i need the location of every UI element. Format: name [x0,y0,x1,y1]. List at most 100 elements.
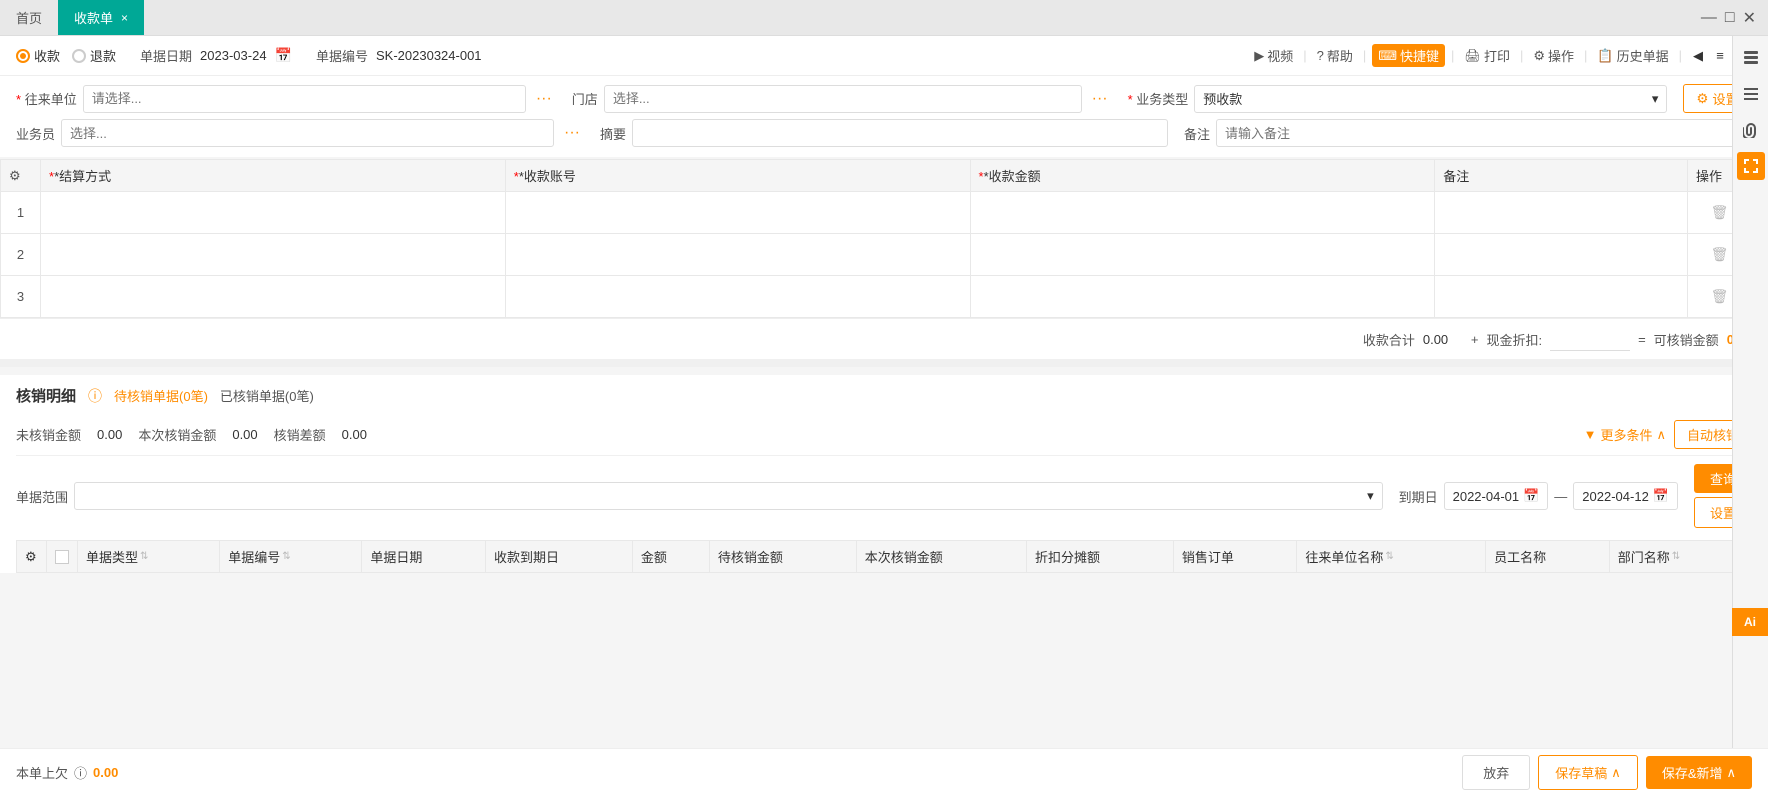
form-row-1: * 往来单位 ··· 门店 ··· * 业务类型 预收款 ▾ ⚙ 设置 [16,84,1752,113]
tab-shoukuan[interactable]: 收款单 × [58,0,144,35]
shortcut-icon: ⌨ [1378,48,1397,64]
cell-account-1[interactable] [505,192,970,234]
chevron-down-icon: ▾ [1367,488,1374,504]
minimize-icon[interactable]: — [1701,9,1717,27]
cash-discount-input[interactable] [1550,327,1630,351]
date-end-field[interactable]: 2022-04-12 📅 [1573,482,1678,510]
doc-no-value: SK-20230324-001 [376,48,482,63]
hexiao-info-icon[interactable]: ⓘ [88,386,102,406]
sort-icon-counterparty[interactable]: ⇅ [1385,551,1393,562]
counterparty-input[interactable] [83,85,526,113]
salesperson-more-icon[interactable]: ··· [560,124,584,142]
hexiao-table: ⚙ 单据类型 ⇅ 单据编号 ⇅ [16,540,1752,573]
gear-icon: ⚙ [1696,91,1708,107]
summary-row: 收款合计 0.00 + 现金折扣: = 可核销金额 0.00 [0,318,1768,359]
store-input[interactable] [604,85,1082,113]
doc-date-value: 2023-03-24 [200,48,267,63]
th-settle-method: **结算方式 [41,160,506,192]
current-amount-value: 0.00 [232,427,257,442]
save-new-button[interactable]: 保存&新增 ∧ [1646,756,1752,789]
radio-dot-shoukuan [16,49,30,63]
print-icon: 🖨 [1464,48,1481,64]
th-account-no: **收款账号 [505,160,970,192]
done-tab[interactable]: 已核销单据(0笔) [220,386,314,405]
select-all-checkbox[interactable] [55,550,69,564]
table-settings-gear-icon[interactable]: ⚙ [9,168,21,183]
hexiao-section: 核销明细 ⓘ 待核销单据(0笔) 已核销单据(0笔) 未核销金额 0.00 本次… [0,375,1768,573]
business-type-select[interactable]: 预收款 ▾ [1194,85,1667,113]
help-icon: ? [1317,48,1324,63]
pending-tab[interactable]: 待核销单据(0笔) [114,386,208,405]
print-btn[interactable]: 🖨 打印 [1460,44,1514,67]
calendar-icon[interactable]: 📅 [275,47,292,64]
more-filter-btn[interactable]: ▼ 更多条件 ∧ [1584,425,1666,444]
cell-notes-1[interactable] [1435,192,1688,234]
save-draft-button[interactable]: 保存草稿 ∧ [1538,755,1638,790]
chevron-up-icon: ∧ [1656,427,1666,443]
th-doc-no: 单据编号 ⇅ [220,541,362,573]
close-icon[interactable]: ✕ [1743,8,1756,28]
cell-notes-3[interactable] [1435,276,1688,318]
sidebar-expand-icon[interactable] [1737,152,1765,180]
table-row: 1 🗑 ⧉ [1,192,1768,234]
ai-badge[interactable]: Ai [1732,608,1768,636]
th-gear: ⚙ [17,541,47,573]
video-btn[interactable]: ▶ 视频 [1250,44,1297,67]
radio-tuikuan[interactable]: 退款 [72,46,116,65]
sort-icon[interactable]: ⇅ [140,551,148,562]
sidebar-attachment-icon[interactable] [1737,116,1765,144]
operation-btn[interactable]: ⚙ 操作 [1529,44,1578,67]
delete-icon-2[interactable]: 🗑 [1711,246,1729,263]
tab-close-icon[interactable]: × [121,11,128,25]
table-section: ⚙ **结算方式 **收款账号 **收款金额 备注 操作 1 [0,159,1768,318]
table-gear-icon[interactable]: ⚙ [25,549,37,564]
abandon-button[interactable]: 放弃 [1462,755,1530,790]
tab-home[interactable]: 首页 [0,0,58,35]
cell-notes-2[interactable] [1435,234,1688,276]
cell-amount-2[interactable] [970,234,1435,276]
counterparty-more-icon[interactable]: ··· [532,90,556,108]
date-filter-field: 到期日 2022-04-01 📅 — 2022-04-12 📅 [1399,482,1678,510]
date-start-field[interactable]: 2022-04-01 📅 [1444,482,1549,510]
store-more-icon[interactable]: ··· [1088,90,1112,108]
sort-icon-dept[interactable]: ⇅ [1672,551,1680,562]
sidebar-detail-icon[interactable] [1737,80,1765,108]
prev-layout-icon[interactable]: ◀ [1688,46,1708,66]
history-btn[interactable]: 📋 历史单据 [1593,44,1672,67]
cell-account-3[interactable] [505,276,970,318]
th-current-amount: 本次核销金额 [856,541,1026,573]
delete-icon-3[interactable]: 🗑 [1711,288,1729,305]
hexiao-stats: 未核销金额 0.00 本次核销金额 0.00 核销差额 0.00 ▼ 更多条件 … [16,414,1752,455]
th-notes: 备注 [1435,160,1688,192]
help-btn[interactable]: ? 帮助 [1313,44,1357,67]
radio-shoukuan[interactable]: 收款 [16,46,60,65]
delete-icon-1[interactable]: 🗑 [1711,204,1729,221]
cell-settle-1[interactable] [41,192,506,234]
row-num-3: 3 [1,276,41,318]
sort-icon-no[interactable]: ⇅ [282,551,290,562]
list-layout-icon[interactable]: ≡ [1710,46,1730,66]
table-row: 2 🗑 ⧉ [1,234,1768,276]
cell-amount-1[interactable] [970,192,1435,234]
maximize-icon[interactable]: □ [1725,9,1735,27]
doc-no-group: 单据编号 SK-20230324-001 [316,46,482,65]
chevron-up-new-icon: ∧ [1726,765,1736,781]
cell-settle-3[interactable] [41,276,506,318]
range-filter-select[interactable]: ▾ [74,482,1383,510]
cell-amount-3[interactable] [970,276,1435,318]
notes-input[interactable] [1216,119,1752,147]
cell-account-2[interactable] [505,234,970,276]
operation-icon: ⚙ [1533,48,1545,64]
unchecked-amount-value: 0.00 [97,427,122,442]
history-icon: 📋 [1597,48,1613,64]
chevron-down-icon: ▾ [1652,91,1659,107]
sidebar-table-icon[interactable] [1737,44,1765,72]
balance-info-icon[interactable]: ⓘ [74,763,87,782]
summary-field: 摘要 [600,119,1168,147]
hexiao-header: 核销明细 ⓘ 待核销单据(0笔) 已核销单据(0笔) [16,385,1752,406]
salesperson-input[interactable] [61,119,554,147]
cell-settle-2[interactable] [41,234,506,276]
shortcut-btn[interactable]: ⌨ 快捷键 [1372,44,1445,67]
notes-field: 备注 [1184,119,1752,147]
summary-input[interactable] [632,119,1168,147]
